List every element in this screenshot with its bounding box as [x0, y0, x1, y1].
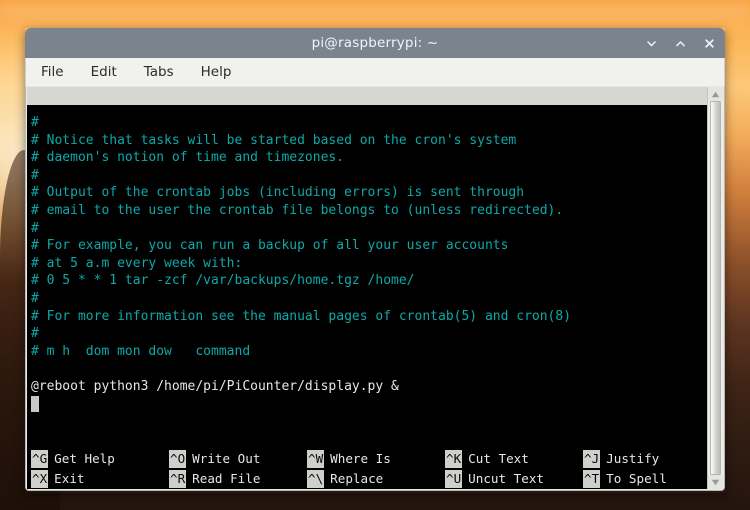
- shortcut-label: Get Help: [54, 451, 115, 466]
- shortcut-key: ^R: [169, 470, 187, 488]
- shortcut-label: Uncut Text: [468, 471, 544, 486]
- shortcut-key: ^K: [445, 450, 463, 468]
- nano-shortcut-bar: ^G Get Help ^O Write Out ^W Where Is ^K …: [27, 449, 707, 489]
- shortcut-read-file[interactable]: ^R Read File: [165, 469, 303, 489]
- shortcut-replace[interactable]: ^\ Replace: [303, 469, 441, 489]
- text-line: # at 5 a.m every week with:: [31, 255, 243, 271]
- shortcut-cut-text[interactable]: ^K Cut Text: [441, 449, 579, 469]
- shortcut-get-help[interactable]: ^G Get Help: [27, 449, 165, 469]
- scroll-down-arrow-icon[interactable]: [708, 475, 723, 489]
- shortcut-write-out[interactable]: ^O Write Out: [165, 449, 303, 469]
- shortcut-justify[interactable]: ^J Justify: [579, 449, 707, 469]
- shortcut-key: ^\: [307, 470, 325, 488]
- minimize-icon[interactable]: [644, 36, 659, 51]
- text-line: #: [31, 220, 39, 236]
- shortcut-label: Read File: [192, 471, 261, 486]
- shortcut-label: Where Is: [330, 451, 391, 466]
- shortcut-key: ^J: [583, 450, 601, 468]
- terminal-window: pi@raspberrypi: ~ File Edit Tabs Help # …: [25, 28, 725, 493]
- text-line: # email to the user the crontab file bel…: [31, 202, 564, 218]
- shortcut-exit[interactable]: ^X Exit: [27, 469, 165, 489]
- shortcut-label: Exit: [54, 471, 85, 486]
- shortcut-to-spell[interactable]: ^T To Spell: [579, 469, 707, 489]
- text-line: #: [31, 290, 39, 306]
- shortcut-label: To Spell: [606, 471, 667, 486]
- shortcut-key: ^O: [169, 450, 187, 468]
- shortcut-key: ^X: [31, 470, 49, 488]
- menu-item-file[interactable]: File: [38, 62, 67, 82]
- menu-item-edit[interactable]: Edit: [88, 62, 120, 82]
- text-line: # Notice that tasks will be started base…: [31, 132, 517, 148]
- text-line: [31, 360, 707, 378]
- shortcut-label: Justify: [606, 451, 660, 466]
- text-line: # For more information see the manual pa…: [31, 308, 572, 324]
- terminal-screen[interactable]: GNU nano 3.2 /tmp/crontab.v61Afb/crontab…: [27, 87, 707, 489]
- text-line: # daemon's notion of time and timezones.: [31, 150, 345, 166]
- nano-header-bar: GNU nano 3.2 /tmp/crontab.v61Afb/crontab…: [27, 87, 707, 105]
- maximize-icon[interactable]: [673, 36, 688, 51]
- scrollbar-trough[interactable]: [708, 101, 723, 475]
- window-titlebar[interactable]: pi@raspberrypi: ~: [25, 28, 725, 58]
- text-line: #: [31, 167, 39, 183]
- text-line: # For example, you can run a backup of a…: [31, 238, 509, 254]
- scrollbar-thumb[interactable]: [710, 101, 721, 475]
- text-line: # m h dom mon dow command: [31, 343, 251, 359]
- window-controls: [644, 28, 717, 58]
- text-line: @reboot python3 /home/pi/PiCounter/displ…: [31, 378, 399, 394]
- text-line: #: [31, 115, 39, 130]
- shortcut-key: ^W: [307, 450, 325, 468]
- close-icon[interactable]: [702, 36, 717, 51]
- shortcut-key: ^U: [445, 470, 463, 488]
- menu-item-help[interactable]: Help: [198, 62, 235, 82]
- shortcut-row-2: ^X Exit ^R Read File ^\ Replace ^U Uncut…: [27, 469, 707, 489]
- menubar: File Edit Tabs Help: [25, 58, 725, 86]
- shortcut-where-is[interactable]: ^W Where Is: [303, 449, 441, 469]
- text-line: # 0 5 * * 1 tar -zcf /var/backups/home.t…: [31, 273, 415, 289]
- text-cursor: [31, 396, 39, 412]
- text-line: # Output of the crontab jobs (including …: [31, 185, 525, 201]
- terminal-body: GNU nano 3.2 /tmp/crontab.v61Afb/crontab…: [25, 86, 725, 491]
- shortcut-uncut-text[interactable]: ^U Uncut Text: [441, 469, 579, 489]
- cloud-band: [0, 6, 750, 16]
- menu-item-tabs[interactable]: Tabs: [141, 62, 177, 82]
- shortcut-key: ^G: [31, 450, 49, 468]
- window-title: pi@raspberrypi: ~: [311, 35, 439, 51]
- shortcut-label: Cut Text: [468, 451, 529, 466]
- text-line: #: [31, 326, 39, 342]
- shortcut-row-1: ^G Get Help ^O Write Out ^W Where Is ^K …: [27, 449, 707, 469]
- shortcut-label: Replace: [330, 471, 384, 486]
- shortcut-label: Write Out: [192, 451, 261, 466]
- scroll-up-arrow-icon[interactable]: [708, 87, 723, 101]
- vertical-scrollbar[interactable]: [707, 87, 723, 489]
- shortcut-key: ^T: [583, 470, 601, 488]
- nano-text-area[interactable]: # # Notice that tasks will be started ba…: [27, 105, 707, 437]
